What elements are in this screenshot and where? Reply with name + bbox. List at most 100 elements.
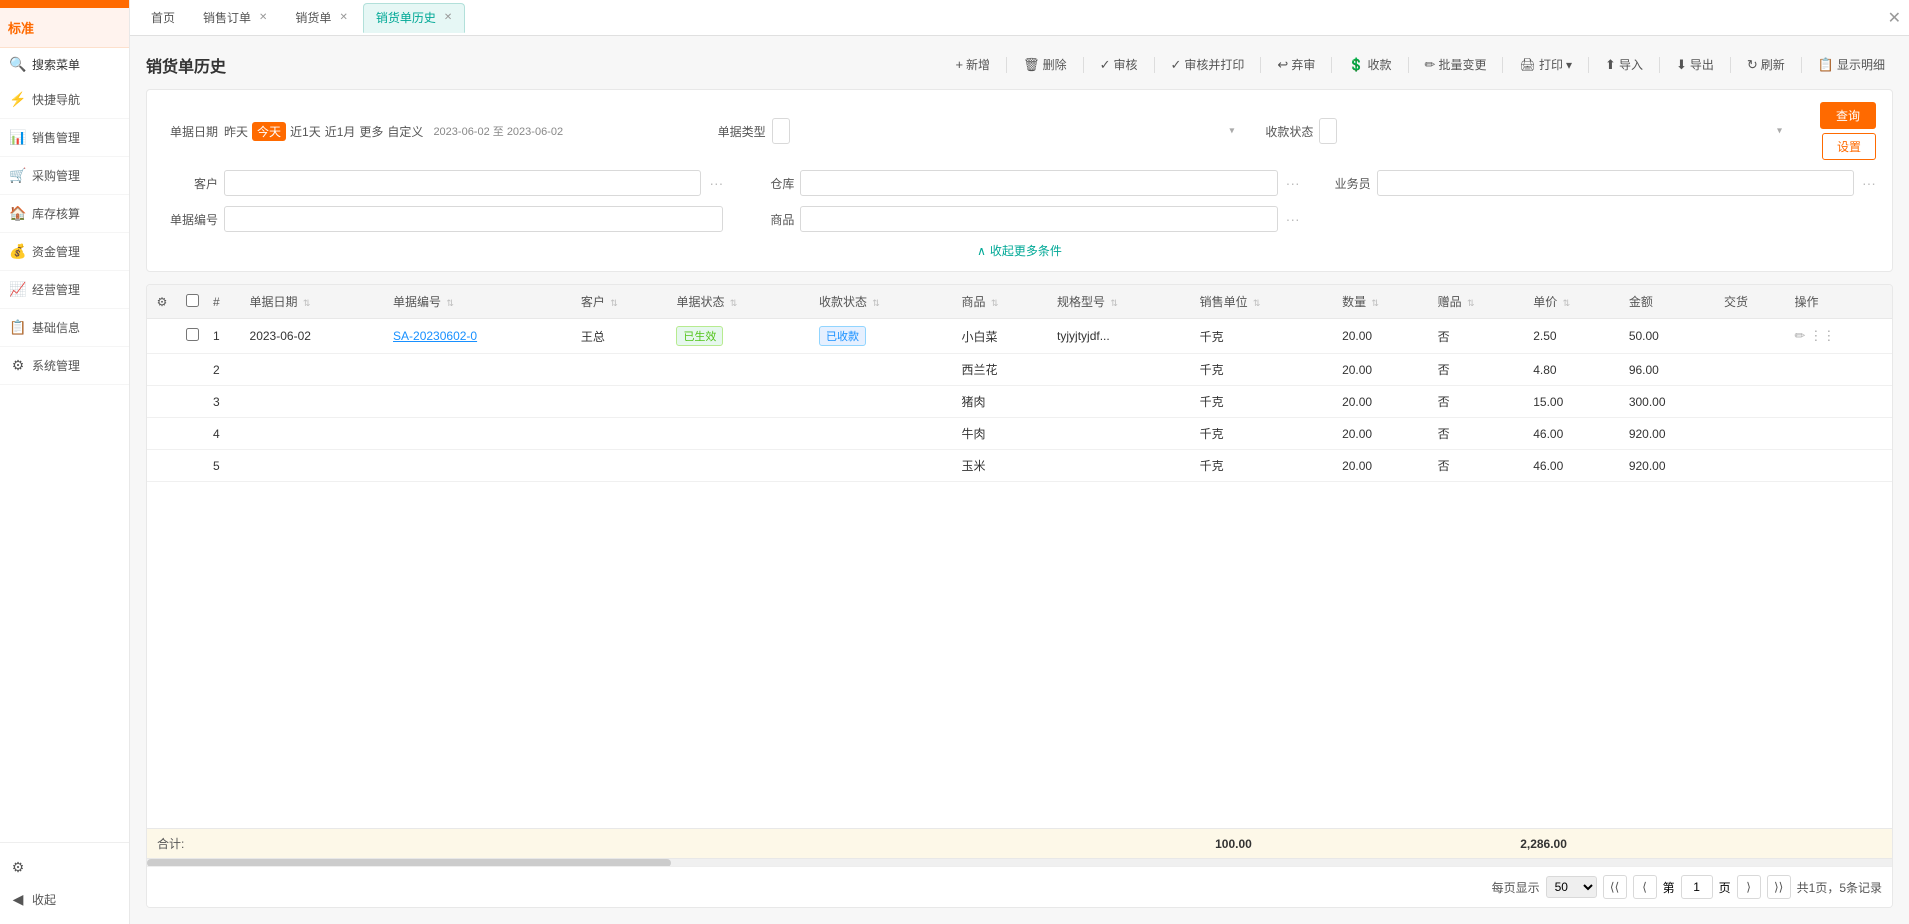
data-table: ⚙ # 单据日期 ⇅ 单据编号 ⇅ 客户 ⇅ 单据状态 ⇅ 收款状态 ⇅ 商品 … [147,285,1892,482]
col-qty[interactable]: 数量 ⇅ [1336,285,1432,319]
sidebar-search[interactable]: 🔍 搜索菜单 [0,48,129,81]
salesperson-dots[interactable]: ··· [1862,175,1876,191]
settings-button[interactable]: 设置 [1822,133,1876,160]
sidebar-item-label-sales-mgmt: 销售管理 [32,129,80,146]
row-amount: 920.00 [1623,418,1718,450]
toolbar-btn-batch-change[interactable]: ✏批量变更 [1417,52,1495,77]
page-size-select[interactable]: 50 100 [1546,876,1597,898]
tab-close-sales-history[interactable]: ✕ [444,12,452,23]
filter-doctype-select[interactable] [772,118,790,144]
shortcut-yesterday[interactable]: 昨天 [224,123,248,140]
sidebar-bottom-settings[interactable]: ⚙ [0,851,129,883]
sidebar-item-system[interactable]: ⚙系统管理 [0,347,129,385]
toolbar-btn-print[interactable]: 🖨打印 ▾ [1511,52,1580,77]
page-header: 销货单历史 +新增🗑删除✓审核✓审核并打印↩弃审💲收款✏批量变更🖨打印 ▾⬆导入… [146,52,1893,89]
doc-no-link[interactable]: SA-20230602-0 [393,329,477,343]
toolbar-btn-collect[interactable]: 💲收款 [1340,52,1399,77]
filter-warehouse-input[interactable] [800,170,1277,196]
tab-close-sales-order[interactable]: ✕ [259,12,267,23]
col-transaction: 交货 [1718,285,1788,319]
sidebar-item-sales-mgmt[interactable]: 📊销售管理 [0,119,129,157]
tab-sales-order[interactable]: 销售订单✕ [190,3,280,33]
dropdown-arrow-icon: ▾ [1566,58,1572,72]
col-unit[interactable]: 销售单位 ⇅ [1194,285,1337,319]
filter-row-3: 单据编号 商品 ··· [163,206,1876,232]
row-qty: 20.00 [1336,450,1432,482]
row-config [147,418,177,450]
col-docdate[interactable]: 单据日期 ⇅ [244,285,387,319]
sidebar-collapse[interactable]: ◀ 收起 [0,883,129,916]
shortcut-30days[interactable]: 近1月 [325,123,356,140]
filter-product-input[interactable] [800,206,1277,232]
last-page-btn[interactable]: ⟩⟩ [1767,875,1791,899]
filter-salesperson-input[interactable] [1377,170,1854,196]
tab-home[interactable]: 首页 [138,3,188,33]
page-input[interactable] [1681,875,1713,899]
toolbar-sep-8 [1659,57,1660,73]
toolbar-btn-import[interactable]: ⬆导入 [1597,52,1651,77]
collapse-btn[interactable]: ∧ 收起更多条件 [163,242,1876,259]
row-unit: 千克 [1194,319,1337,354]
row-docdate: 2023-06-02 [244,319,387,354]
sidebar-item-finance[interactable]: 💰资金管理 [0,233,129,271]
col-unitprice[interactable]: 单价 ⇅ [1527,285,1623,319]
toolbar-btn-abandon[interactable]: ↩弃审 [1269,52,1323,77]
toolbar-sep-5 [1408,57,1409,73]
col-customer[interactable]: 客户 ⇅ [575,285,671,319]
edit-icon[interactable]: ✏ [1794,328,1805,344]
row-checkbox[interactable] [186,328,199,341]
col-product[interactable]: 商品 ⇅ [955,285,1051,319]
collect-icon: 💲 [1348,57,1364,73]
toolbar-btn-export[interactable]: ⬇导出 [1668,52,1722,77]
query-button[interactable]: 查询 [1820,102,1876,129]
finance-icon: 💰 [10,244,26,260]
toolbar-btn-label-batch-change: 批量变更 [1438,56,1486,73]
sidebar-item-quick-nav[interactable]: ⚡快捷导航 [0,81,129,119]
row-gift: 否 [1432,386,1528,418]
toolbar-btn-audit[interactable]: ✓审核 [1092,52,1146,77]
col-paymentstatus[interactable]: 收款状态 ⇅ [813,285,956,319]
add-icon: + [955,57,963,72]
sidebar-item-inventory[interactable]: 🏠库存核算 [0,195,129,233]
customer-dots[interactable]: ··· [709,175,723,191]
tab-sales-shipment[interactable]: 销货单✕ [282,3,360,33]
col-docstatus[interactable]: 单据状态 ⇅ [670,285,813,319]
tab-bar-close-btn[interactable]: ✕ [1888,8,1901,28]
warehouse-dots[interactable]: ··· [1286,175,1300,191]
row-unitprice: 46.00 [1527,450,1623,482]
select-all-checkbox[interactable] [186,294,199,307]
tab-sales-history[interactable]: 销货单历史✕ [363,3,465,33]
next-page-btn[interactable]: ⟩ [1737,875,1761,899]
toolbar-btn-add[interactable]: +新增 [947,52,998,77]
first-page-btn[interactable]: ⟨⟨ [1603,875,1627,899]
filter-payment-select[interactable] [1319,118,1337,144]
table-config-th[interactable]: ⚙ [147,285,177,319]
sidebar-item-operations[interactable]: 📈经营管理 [0,271,129,309]
filter-customer-input[interactable] [224,170,701,196]
sidebar-item-purchase-mgmt[interactable]: 🛒采购管理 [0,157,129,195]
col-docno[interactable]: 单据编号 ⇅ [387,285,575,319]
toolbar-btn-show-detail[interactable]: 📋显示明细 [1810,52,1893,77]
content-area: 销货单历史 +新增🗑删除✓审核✓审核并打印↩弃审💲收款✏批量变更🖨打印 ▾⬆导入… [130,36,1909,924]
shortcut-more[interactable]: 更多 [359,123,383,140]
shortcut-custom[interactable]: 自定义 [387,123,423,140]
row-no: 5 [207,450,244,482]
shortcut-7days[interactable]: 近1天 [290,123,321,140]
toolbar-btn-refresh[interactable]: ↻刷新 [1739,52,1793,77]
shortcut-today[interactable]: 今天 [252,122,286,141]
toolbar-btn-delete[interactable]: 🗑删除 [1015,52,1075,77]
more-icon[interactable]: ⋮⋮ [1809,328,1835,344]
col-spec[interactable]: 规格型号 ⇅ [1051,285,1194,319]
toolbar-btn-audit-print[interactable]: ✓审核并打印 [1163,52,1253,77]
col-gift[interactable]: 赠品 ⇅ [1432,285,1528,319]
sidebar-item-base-info[interactable]: 📋基础信息 [0,309,129,347]
row-docdate [244,418,387,450]
toolbar-btn-label-export: 导出 [1690,56,1714,73]
tab-close-sales-shipment[interactable]: ✕ [339,12,347,23]
product-dots[interactable]: ··· [1286,211,1300,227]
prev-page-btn[interactable]: ⟨ [1633,875,1657,899]
filter-docno-input[interactable] [224,206,723,232]
scroll-bar[interactable] [147,858,1892,866]
filter-customer-group: 客户 ··· [163,170,723,196]
row-spec [1051,354,1194,386]
